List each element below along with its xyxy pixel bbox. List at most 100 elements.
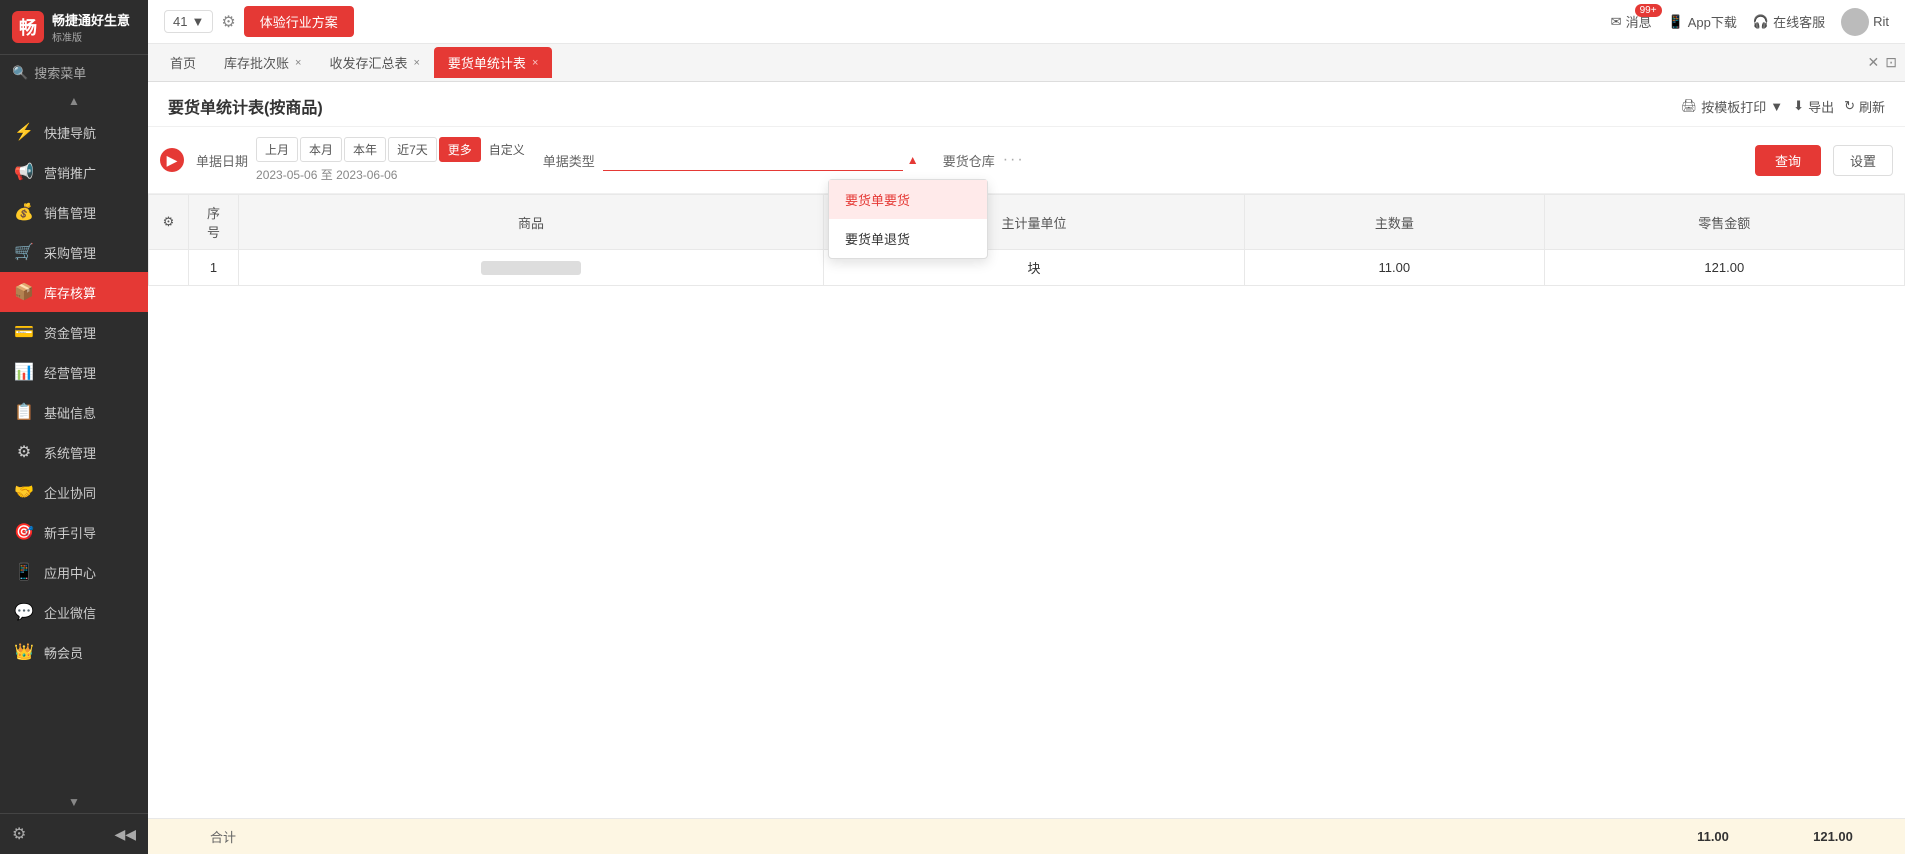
service-icon: 🎧 <box>1753 14 1769 30</box>
tab-receivable-summary-close[interactable]: × <box>413 57 419 69</box>
dropdown-item-order-goods[interactable]: 要货单要货 <box>829 180 987 219</box>
tab-close-all-icon[interactable]: ✕ <box>1868 54 1880 71</box>
last-7days-btn[interactable]: 近7天 <box>388 137 437 162</box>
sales-icon: 💰 <box>14 202 34 222</box>
sidebar-item-system[interactable]: ⚙ 系统管理 <box>0 432 148 472</box>
quick-nav-icon: ⚡ <box>14 122 34 142</box>
finance-icon: 💳 <box>14 322 34 342</box>
warehouse-dots[interactable]: ··· <box>1003 151 1025 169</box>
sidebar-collapse-icon[interactable]: ◀◀ <box>114 826 136 843</box>
marketing-icon: 📢 <box>14 162 34 182</box>
trial-btn[interactable]: 体验行业方案 <box>244 6 354 37</box>
print-template-btn[interactable]: 🖨 按模板打印 ▼ <box>1681 97 1783 116</box>
sidebar-item-wechat[interactable]: 💬 企业微信 <box>0 592 148 632</box>
store-dropdown-icon: ▼ <box>191 14 204 29</box>
sidebar-item-operations[interactable]: 📊 经营管理 <box>0 352 148 392</box>
col-settings-header[interactable]: ⚙ <box>149 195 189 250</box>
user-profile[interactable]: Rit <box>1841 8 1889 36</box>
export-label: 导出 <box>1808 97 1834 116</box>
sidebar-search[interactable]: 🔍 搜索菜单 <box>0 55 148 90</box>
tab-order-summary-close[interactable]: × <box>532 57 538 69</box>
sidebar-item-label: 企业协同 <box>44 483 96 502</box>
footer-qty: 11.00 <box>1653 829 1773 844</box>
sidebar-item-purchase[interactable]: 🛒 采购管理 <box>0 232 148 272</box>
sidebar-item-label: 库存核算 <box>44 283 96 302</box>
sidebar-item-inventory[interactable]: 📦 库存核算 <box>0 272 148 312</box>
sidebar-item-marketing[interactable]: 📢 营销推广 <box>0 152 148 192</box>
print-dropdown-icon: ▼ <box>1770 99 1783 114</box>
col-settings-icon: ⚙ <box>163 214 175 229</box>
type-dropdown: 要货单要货 要货单退货 <box>828 179 988 259</box>
warehouse-filter-group: 要货仓库 ··· <box>943 151 1025 170</box>
sidebar-item-label: 快捷导航 <box>44 123 96 142</box>
prev-month-btn[interactable]: 上月 <box>256 137 298 162</box>
tab-order-summary[interactable]: 要货单统计表 × <box>434 47 552 78</box>
sidebar-item-enterprise[interactable]: 🤝 企业协同 <box>0 472 148 512</box>
sidebar-item-label: 营销推广 <box>44 163 96 182</box>
app-download-btn[interactable]: 📱 App下载 <box>1668 12 1737 31</box>
table-row: 1 块 11.00 121.00 <box>149 250 1905 286</box>
app-title: 畅捷通好生意 <box>52 10 130 29</box>
online-service-label: 在线客服 <box>1773 12 1825 31</box>
purchase-icon: 🛒 <box>14 242 34 262</box>
type-select-wrapper: ▲ <box>603 149 919 171</box>
current-month-btn[interactable]: 本月 <box>300 137 342 162</box>
sidebar-item-label: 基础信息 <box>44 403 96 422</box>
online-service-btn[interactable]: 🎧 在线客服 <box>1753 12 1825 31</box>
type-select-input[interactable] <box>603 149 903 171</box>
col-no-header: 序号 <box>189 195 239 250</box>
sidebar-item-label: 畅会员 <box>44 643 83 662</box>
sidebar-item-basic-info[interactable]: 📋 基础信息 <box>0 392 148 432</box>
date-filter-label: 单据日期 <box>196 151 248 170</box>
sidebar-item-quick-nav[interactable]: ⚡ 快捷导航 <box>0 112 148 152</box>
sidebar-item-sales[interactable]: 💰 销售管理 <box>0 192 148 232</box>
data-table: ⚙ 序号 商品 主计量单位 主数量 零售金额 1 <box>148 194 1905 286</box>
tab-restore-icon[interactable]: ⊡ <box>1885 54 1897 71</box>
sidebar-item-label: 企业微信 <box>44 603 96 622</box>
product-name-placeholder <box>481 261 581 275</box>
sidebar-settings-icon[interactable]: ⚙ <box>12 824 26 844</box>
sidebar-header: 畅 畅捷通好生意 标准版 <box>0 0 148 55</box>
type-select-arrow[interactable]: ▲ <box>907 153 919 167</box>
topbar-right: ✉ 消息 99+ 📱 App下载 🎧 在线客服 Rit <box>1611 8 1889 36</box>
phone-icon: 📱 <box>1668 14 1684 30</box>
sidebar-item-member[interactable]: 👑 畅会员 <box>0 632 148 672</box>
sidebar-item-label: 资金管理 <box>44 323 96 342</box>
table-footer: 合计 11.00 121.00 <box>148 818 1905 854</box>
tab-receivable-summary-label: 收发存汇总表 <box>329 53 407 72</box>
tab-receivable-summary[interactable]: 收发存汇总表 × <box>315 47 433 78</box>
sidebar-scroll-down[interactable]: ▼ <box>0 791 148 813</box>
tab-inventory-batch[interactable]: 库存批次账 × <box>210 47 315 78</box>
filter-settings-btn[interactable]: 设置 <box>1833 145 1893 176</box>
tab-inventory-batch-close[interactable]: × <box>295 57 301 69</box>
refresh-btn[interactable]: ↻ 刷新 <box>1844 97 1885 116</box>
col-product-header: 商品 <box>239 195 824 250</box>
sidebar-item-guide[interactable]: 🎯 新手引导 <box>0 512 148 552</box>
store-selector[interactable]: 41 ▼ <box>164 10 213 33</box>
query-btn[interactable]: 查询 <box>1755 145 1821 176</box>
export-icon: ⬇ <box>1793 98 1804 114</box>
tab-order-summary-label: 要货单统计表 <box>448 53 526 72</box>
sidebar-item-app-center[interactable]: 📱 应用中心 <box>0 552 148 592</box>
current-year-btn[interactable]: 本年 <box>344 137 386 162</box>
message-btn[interactable]: ✉ 消息 99+ <box>1611 12 1652 31</box>
export-btn[interactable]: ⬇ 导出 <box>1793 97 1834 116</box>
row-qty-cell: 11.00 <box>1245 250 1545 286</box>
topbar-settings-icon[interactable]: ⚙ <box>221 12 235 32</box>
filter-toggle-btn[interactable]: ▶ <box>160 148 184 172</box>
sidebar-item-label: 采购管理 <box>44 243 96 262</box>
topbar: 41 ▼ ⚙ 体验行业方案 ✉ 消息 99+ 📱 App下载 🎧 在线客服 R <box>148 0 1905 44</box>
more-dates-btn[interactable]: 更多 <box>439 137 481 162</box>
date-filter-group: 单据日期 上月 本月 本年 近7天 更多 自定义 2023-05-06 至 20… <box>196 137 531 183</box>
tab-home[interactable]: 首页 <box>156 47 210 78</box>
custom-date-btn[interactable]: 自定义 <box>483 138 531 161</box>
enterprise-icon: 🤝 <box>14 482 34 502</box>
sidebar-item-label: 应用中心 <box>44 563 96 582</box>
dropdown-item-order-return[interactable]: 要货单退货 <box>829 219 987 258</box>
sidebar-item-finance[interactable]: 💳 资金管理 <box>0 312 148 352</box>
row-no-cell: 1 <box>189 250 239 286</box>
footer-label: 合计 <box>160 827 236 846</box>
sidebar-footer: ⚙ ◀◀ <box>0 813 148 854</box>
sidebar-scroll-up[interactable]: ▲ <box>0 90 148 112</box>
wechat-icon: 💬 <box>14 602 34 622</box>
